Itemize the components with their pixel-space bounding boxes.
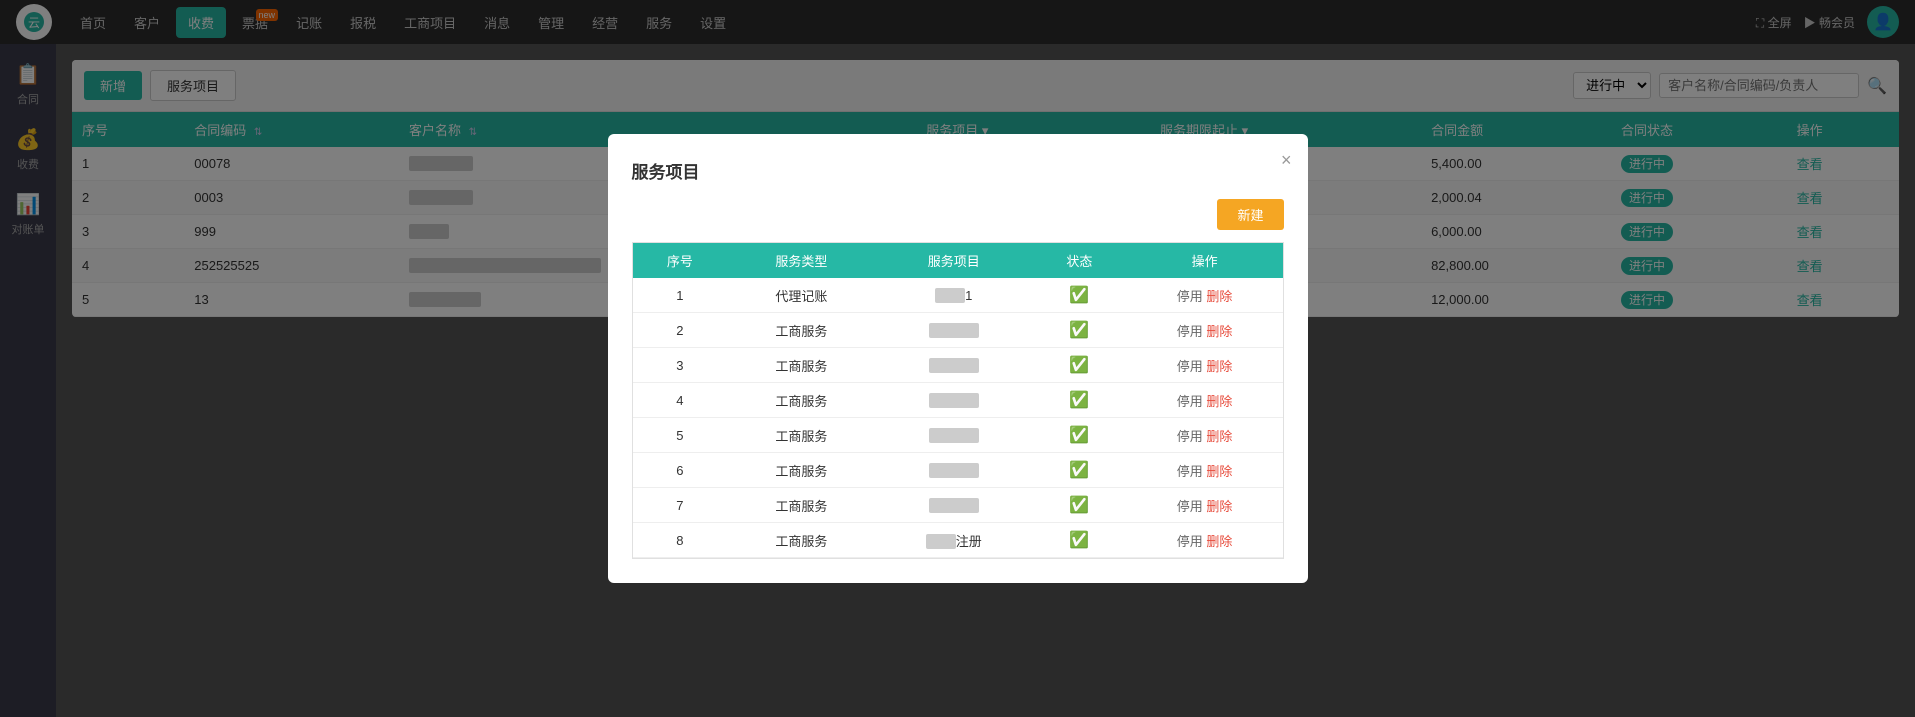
modal-cell-seq: 6 — [633, 453, 728, 488]
modal-cell-status: ✅ — [1032, 313, 1127, 348]
main-content: 新增 服务项目 进行中 🔍 序号 合同编码 ⇅ 客户名称 ⇅ 服务项目 ▾ 服务… — [56, 44, 1915, 717]
modal-cell-item: ██注册 — [875, 523, 1032, 558]
modal-table: 序号 服务类型 服务项目 状态 操作 1 代理记账 ██1 ✅ 停用 删除 2 … — [633, 243, 1283, 558]
modal-overlay[interactable]: 服务项目 × 新建 序号 服务类型 服务项目 状态 操作 — [0, 0, 1915, 717]
modal-cell-item: ████ — [875, 348, 1032, 383]
modal-cell-status: ✅ — [1032, 418, 1127, 453]
modal-cell-actions: 停用 删除 — [1127, 278, 1283, 313]
modal-cell-type: 工商服务 — [727, 453, 875, 488]
modal-toolbar: 新建 — [632, 199, 1284, 230]
list-item: 6 工商服务 █████ ✅ 停用 删除 — [633, 453, 1283, 488]
list-item: 8 工商服务 ██注册 ✅ 停用 删除 — [633, 523, 1283, 558]
modal-cell-item: ████ — [875, 313, 1032, 348]
modal-cell-seq: 4 — [633, 383, 728, 418]
list-item: 4 工商服务 ███ ✅ 停用 删除 — [633, 383, 1283, 418]
modal-col-action: 操作 — [1127, 243, 1283, 278]
modal-cell-type: 工商服务 — [727, 418, 875, 453]
list-item: 7 工商服务 ███ ✅ 停用 删除 — [633, 488, 1283, 523]
delete-button[interactable]: 删除 — [1206, 356, 1232, 375]
modal-cell-seq: 7 — [633, 488, 728, 523]
status-check-icon: ✅ — [1069, 462, 1089, 479]
modal-cell-status: ✅ — [1032, 488, 1127, 523]
list-item: 1 代理记账 ██1 ✅ 停用 删除 — [633, 278, 1283, 313]
modal-cell-actions: 停用 删除 — [1127, 453, 1283, 488]
stop-button[interactable]: 停用 — [1177, 286, 1203, 305]
modal-cell-type: 工商服务 — [727, 313, 875, 348]
modal-cell-type: 工商服务 — [727, 523, 875, 558]
delete-button[interactable]: 删除 — [1206, 286, 1232, 305]
delete-button[interactable]: 删除 — [1206, 531, 1232, 550]
modal-cell-seq: 5 — [633, 418, 728, 453]
modal-col-type: 服务类型 — [727, 243, 875, 278]
list-item: 5 工商服务 ███ ✅ 停用 删除 — [633, 418, 1283, 453]
modal-col-item: 服务项目 — [875, 243, 1032, 278]
modal-table-wrap[interactable]: 序号 服务类型 服务项目 状态 操作 1 代理记账 ██1 ✅ 停用 删除 2 … — [632, 242, 1284, 559]
modal-cell-seq: 3 — [633, 348, 728, 383]
modal-cell-item: ███ — [875, 418, 1032, 453]
modal-cell-actions: 停用 删除 — [1127, 488, 1283, 523]
modal-cell-item: █████ — [875, 453, 1032, 488]
modal-close-button[interactable]: × — [1281, 150, 1292, 171]
modal-new-button[interactable]: 新建 — [1217, 199, 1283, 230]
modal-cell-status: ✅ — [1032, 453, 1127, 488]
delete-button[interactable]: 删除 — [1206, 426, 1232, 445]
modal-cell-actions: 停用 删除 — [1127, 418, 1283, 453]
delete-button[interactable]: 删除 — [1206, 391, 1232, 410]
modal-col-seq: 序号 — [633, 243, 728, 278]
status-check-icon: ✅ — [1069, 357, 1089, 374]
modal-col-status: 状态 — [1032, 243, 1127, 278]
modal-cell-item: ██1 — [875, 278, 1032, 313]
modal-cell-item: ███ — [875, 383, 1032, 418]
status-check-icon: ✅ — [1069, 427, 1089, 444]
modal-cell-type: 工商服务 — [727, 488, 875, 523]
stop-button[interactable]: 停用 — [1177, 356, 1203, 375]
delete-button[interactable]: 删除 — [1206, 321, 1232, 340]
modal-cell-type: 工商服务 — [727, 383, 875, 418]
status-check-icon: ✅ — [1069, 532, 1089, 549]
modal-cell-seq: 8 — [633, 523, 728, 558]
modal-cell-status: ✅ — [1032, 278, 1127, 313]
modal-cell-type: 代理记账 — [727, 278, 875, 313]
status-check-icon: ✅ — [1069, 392, 1089, 409]
stop-button[interactable]: 停用 — [1177, 391, 1203, 410]
modal-cell-actions: 停用 删除 — [1127, 383, 1283, 418]
service-modal: 服务项目 × 新建 序号 服务类型 服务项目 状态 操作 — [608, 134, 1308, 583]
modal-cell-actions: 停用 删除 — [1127, 313, 1283, 348]
modal-cell-status: ✅ — [1032, 383, 1127, 418]
stop-button[interactable]: 停用 — [1177, 321, 1203, 340]
list-item: 3 工商服务 ████ ✅ 停用 删除 — [633, 348, 1283, 383]
stop-button[interactable]: 停用 — [1177, 496, 1203, 515]
status-check-icon: ✅ — [1069, 287, 1089, 304]
modal-cell-item: ███ — [875, 488, 1032, 523]
status-check-icon: ✅ — [1069, 497, 1089, 514]
modal-cell-type: 工商服务 — [727, 348, 875, 383]
modal-cell-actions: 停用 删除 — [1127, 348, 1283, 383]
status-check-icon: ✅ — [1069, 322, 1089, 339]
delete-button[interactable]: 删除 — [1206, 461, 1232, 480]
modal-cell-seq: 1 — [633, 278, 728, 313]
stop-button[interactable]: 停用 — [1177, 426, 1203, 445]
stop-button[interactable]: 停用 — [1177, 461, 1203, 480]
list-item: 2 工商服务 ████ ✅ 停用 删除 — [633, 313, 1283, 348]
modal-cell-seq: 2 — [633, 313, 728, 348]
modal-cell-actions: 停用 删除 — [1127, 523, 1283, 558]
delete-button[interactable]: 删除 — [1206, 496, 1232, 515]
modal-cell-status: ✅ — [1032, 348, 1127, 383]
modal-title: 服务项目 — [632, 158, 1284, 183]
stop-button[interactable]: 停用 — [1177, 531, 1203, 550]
modal-cell-status: ✅ — [1032, 523, 1127, 558]
